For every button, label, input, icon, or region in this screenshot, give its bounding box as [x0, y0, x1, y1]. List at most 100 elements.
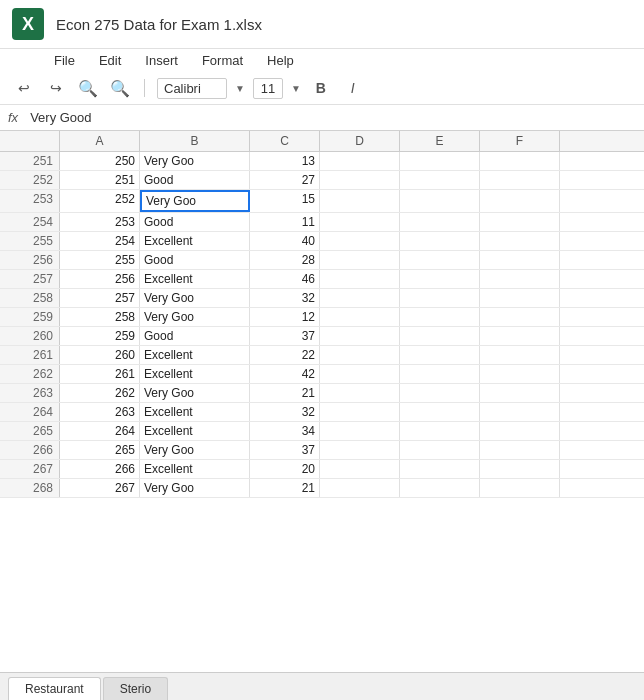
cell-d[interactable]: [320, 403, 400, 421]
cell-e[interactable]: [400, 403, 480, 421]
cell-f[interactable]: [480, 190, 560, 212]
italic-button[interactable]: I: [341, 76, 365, 100]
cell-d[interactable]: [320, 308, 400, 326]
col-header-a[interactable]: A: [60, 131, 140, 151]
cell-d[interactable]: [320, 171, 400, 189]
cell-a[interactable]: 253: [60, 213, 140, 231]
sheet-tab-sterio[interactable]: Sterio: [103, 677, 168, 700]
cell-b[interactable]: Excellent: [140, 460, 250, 478]
cell-e[interactable]: [400, 289, 480, 307]
cell-a[interactable]: 266: [60, 460, 140, 478]
cell-b[interactable]: Good: [140, 327, 250, 345]
cell-c[interactable]: 21: [250, 479, 320, 497]
cell-f[interactable]: [480, 346, 560, 364]
cell-a[interactable]: 264: [60, 422, 140, 440]
col-header-b[interactable]: B: [140, 131, 250, 151]
font-name-selector[interactable]: Calibri: [157, 78, 227, 99]
table-row[interactable]: 256255Good28: [0, 251, 644, 270]
menu-file[interactable]: File: [50, 51, 79, 70]
cell-d[interactable]: [320, 152, 400, 170]
table-row[interactable]: 265264Excellent34: [0, 422, 644, 441]
cell-e[interactable]: [400, 190, 480, 212]
cell-c[interactable]: 28: [250, 251, 320, 269]
cell-c[interactable]: 46: [250, 270, 320, 288]
cell-b[interactable]: Good: [140, 251, 250, 269]
cell-b[interactable]: Excellent: [140, 422, 250, 440]
cell-c[interactable]: 42: [250, 365, 320, 383]
cell-e[interactable]: [400, 171, 480, 189]
cell-a[interactable]: 258: [60, 308, 140, 326]
cell-a[interactable]: 252: [60, 190, 140, 212]
cell-d[interactable]: [320, 190, 400, 212]
table-row[interactable]: 268267Very Goo21: [0, 479, 644, 498]
sheet-tab-restaurant[interactable]: Restaurant: [8, 677, 101, 700]
table-row[interactable]: 260259Good37: [0, 327, 644, 346]
cell-b[interactable]: Excellent: [140, 346, 250, 364]
cell-e[interactable]: [400, 422, 480, 440]
cell-e[interactable]: [400, 270, 480, 288]
cell-b[interactable]: Very Goo: [140, 190, 250, 212]
cell-f[interactable]: [480, 422, 560, 440]
cell-a[interactable]: 262: [60, 384, 140, 402]
col-header-f[interactable]: F: [480, 131, 560, 151]
table-row[interactable]: 252251Good27: [0, 171, 644, 190]
zoom-in-button[interactable]: 🔍: [76, 76, 100, 100]
table-row[interactable]: 258257Very Goo32: [0, 289, 644, 308]
table-row[interactable]: 267266Excellent20: [0, 460, 644, 479]
cell-a[interactable]: 254: [60, 232, 140, 250]
cell-a[interactable]: 256: [60, 270, 140, 288]
cell-e[interactable]: [400, 346, 480, 364]
cell-d[interactable]: [320, 213, 400, 231]
cell-f[interactable]: [480, 460, 560, 478]
cell-b[interactable]: Very Goo: [140, 479, 250, 497]
cell-f[interactable]: [480, 213, 560, 231]
cell-b[interactable]: Good: [140, 171, 250, 189]
cell-b[interactable]: Very Goo: [140, 289, 250, 307]
cell-f[interactable]: [480, 232, 560, 250]
cell-a[interactable]: 267: [60, 479, 140, 497]
cell-a[interactable]: 255: [60, 251, 140, 269]
cell-a[interactable]: 259: [60, 327, 140, 345]
menu-format[interactable]: Format: [198, 51, 247, 70]
cell-e[interactable]: [400, 384, 480, 402]
col-header-d[interactable]: D: [320, 131, 400, 151]
cell-e[interactable]: [400, 213, 480, 231]
cell-f[interactable]: [480, 251, 560, 269]
formula-input[interactable]: [26, 108, 636, 127]
table-row[interactable]: 262261Excellent42: [0, 365, 644, 384]
cell-d[interactable]: [320, 460, 400, 478]
cell-d[interactable]: [320, 251, 400, 269]
cell-b[interactable]: Good: [140, 213, 250, 231]
cell-c[interactable]: 12: [250, 308, 320, 326]
table-row[interactable]: 251250Very Goo13: [0, 152, 644, 171]
cell-a[interactable]: 257: [60, 289, 140, 307]
cell-c[interactable]: 20: [250, 460, 320, 478]
cell-b[interactable]: Excellent: [140, 365, 250, 383]
cell-d[interactable]: [320, 479, 400, 497]
cell-f[interactable]: [480, 365, 560, 383]
font-name-dropdown-arrow[interactable]: ▼: [235, 83, 245, 94]
cell-d[interactable]: [320, 365, 400, 383]
font-size-dropdown-arrow[interactable]: ▼: [291, 83, 301, 94]
cell-e[interactable]: [400, 152, 480, 170]
cell-c[interactable]: 22: [250, 346, 320, 364]
cell-a[interactable]: 265: [60, 441, 140, 459]
cell-b[interactable]: Excellent: [140, 232, 250, 250]
cell-e[interactable]: [400, 365, 480, 383]
cell-f[interactable]: [480, 270, 560, 288]
cell-e[interactable]: [400, 232, 480, 250]
cell-b[interactable]: Very Goo: [140, 152, 250, 170]
cell-d[interactable]: [320, 441, 400, 459]
cell-d[interactable]: [320, 232, 400, 250]
cell-d[interactable]: [320, 270, 400, 288]
table-row[interactable]: 257256Excellent46: [0, 270, 644, 289]
table-row[interactable]: 261260Excellent22: [0, 346, 644, 365]
cell-b[interactable]: Very Goo: [140, 384, 250, 402]
cell-f[interactable]: [480, 479, 560, 497]
cell-e[interactable]: [400, 479, 480, 497]
table-row[interactable]: 259258Very Goo12: [0, 308, 644, 327]
cell-a[interactable]: 261: [60, 365, 140, 383]
cell-d[interactable]: [320, 422, 400, 440]
cell-d[interactable]: [320, 289, 400, 307]
cell-f[interactable]: [480, 171, 560, 189]
